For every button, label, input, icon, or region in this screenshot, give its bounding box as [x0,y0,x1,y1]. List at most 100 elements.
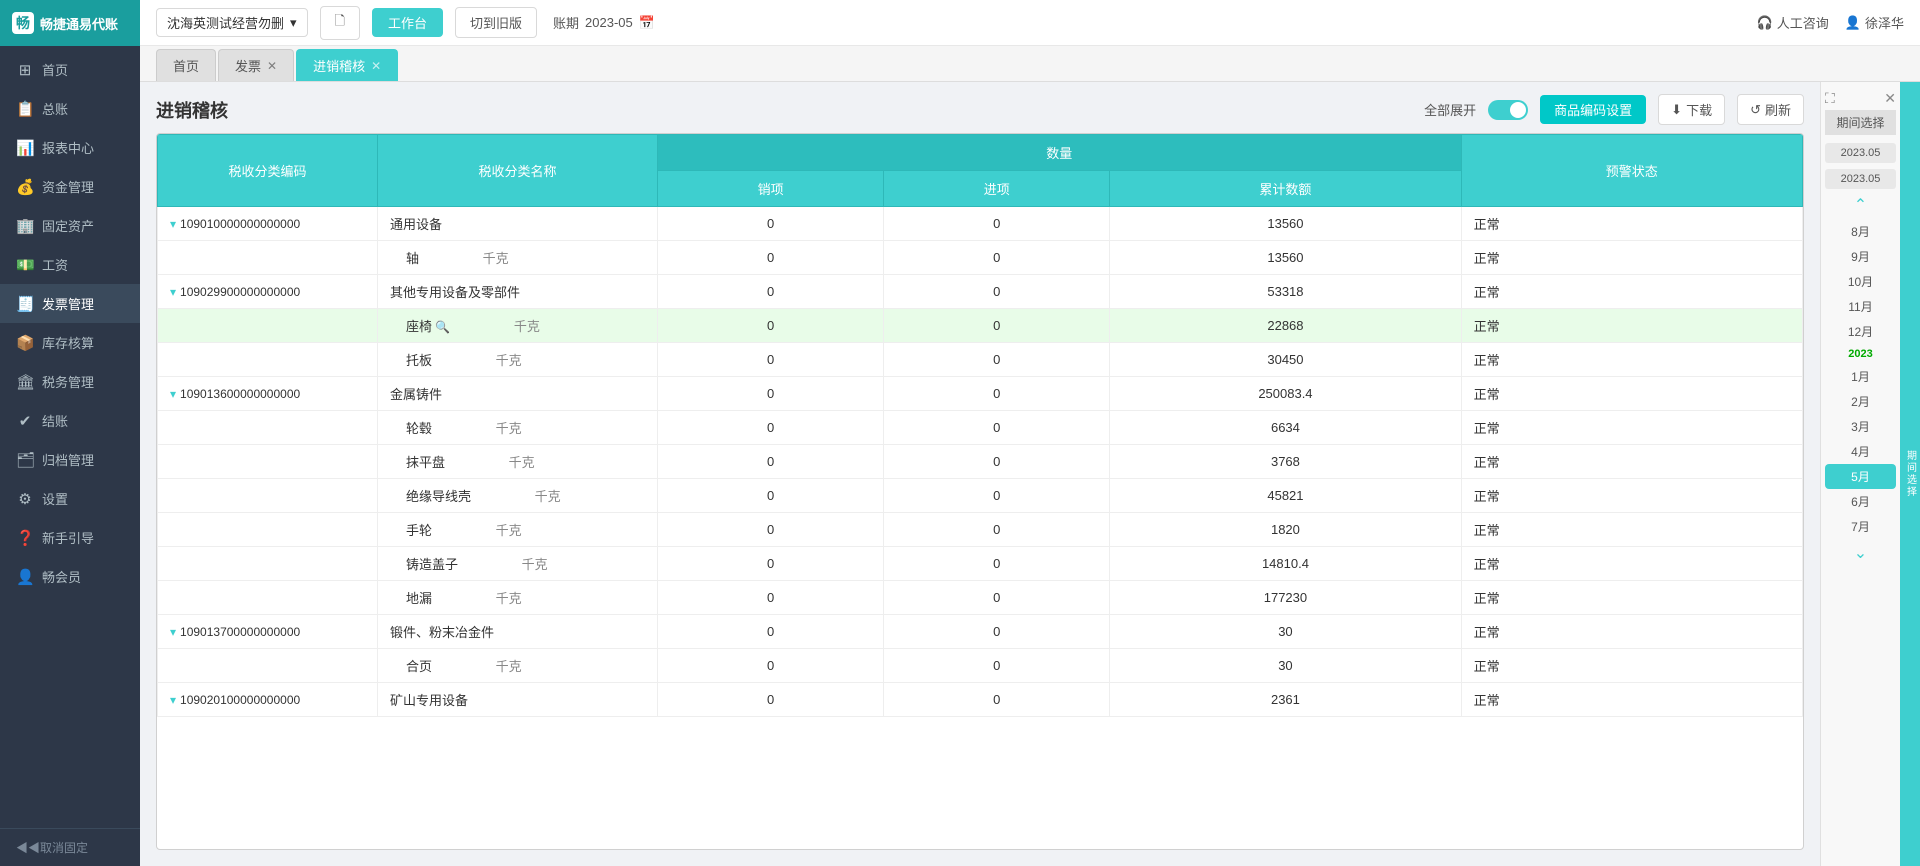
period-year-curr[interactable]: 2023.05 [1825,169,1896,189]
assets-icon: 🏢 [16,217,34,235]
sidebar-label-invoices: 发票管理 [42,294,94,313]
save-draft-button[interactable]: 🗋 [320,6,360,40]
cell-code: ▾109013600000000000 [158,377,378,411]
sidebar-label-settings: 设置 [42,489,68,508]
tab-reconcile[interactable]: 进销稽核✕ [296,49,398,81]
month-item-11月[interactable]: 11月 [1825,294,1896,319]
month-item-9月[interactable]: 9月 [1825,244,1896,269]
table-row: 座椅 🔍 千克 0 0 22868 正常 [158,309,1803,343]
sidebar-item-ledger[interactable]: 📋总账 [0,89,140,128]
cell-total: 45821 [1110,479,1461,513]
sidebar-item-member[interactable]: 👤畅会员 [0,557,140,596]
cell-total: 250083.4 [1110,377,1461,411]
panel-up-arrow[interactable]: ⌃ [1825,193,1896,217]
cell-status: 正常 [1461,445,1802,479]
expand-icon[interactable]: ▾ [170,285,176,299]
expand-icon[interactable]: ▾ [170,625,176,639]
month-item-4月[interactable]: 4月 [1825,439,1896,464]
sidebar-item-settlement[interactable]: ✔结账 [0,401,140,440]
month-item-1月[interactable]: 1月 [1825,364,1896,389]
cell-code [158,479,378,513]
month-item-12月[interactable]: 12月 [1825,319,1896,344]
sidebar-nav: ⊞首页📋总账📊报表中心💰资金管理🏢固定资产💵工资🧾发票管理📦库存核算🏛税务管理✔… [0,46,140,828]
expand-icon[interactable]: ▾ [170,693,176,707]
switch-version-button[interactable]: 切到旧版 [455,7,537,38]
month-item-5月[interactable]: 5月 [1825,464,1896,489]
sidebar-item-funds[interactable]: 💰资金管理 [0,167,140,206]
month-item-3月[interactable]: 3月 [1825,414,1896,439]
table-row: 合页 千克 0 0 30 正常 [158,649,1803,683]
sidebar-item-settings[interactable]: ⚙设置 [0,479,140,518]
sidebar-item-inventory[interactable]: 📦库存核算 [0,323,140,362]
table-row: ▾109013600000000000 金属铸件 0 0 250083.4 正常 [158,377,1803,411]
tab-close-reconcile[interactable]: ✕ [371,59,381,73]
sidebar-item-reports[interactable]: 📊报表中心 [0,128,140,167]
tab-invoices[interactable]: 发票✕ [218,49,294,81]
period-year-prev[interactable]: 2023.05 [1825,143,1896,163]
col-header-sales: 销项 [658,171,884,207]
cell-purchase: 0 [884,683,1110,717]
salary-icon: 💵 [16,256,34,274]
month-item-8月[interactable]: 8月 [1825,219,1896,244]
expand-icon[interactable]: ▾ [170,387,176,401]
period-display: 账期 2023-05 📅 [553,13,655,32]
panel-expand-button[interactable]: ⛶ [1825,90,1835,107]
expand-toggle[interactable] [1488,100,1528,120]
sidebar-item-archive[interactable]: 🗂归档管理 [0,440,140,479]
calendar-icon[interactable]: 📅 [639,15,655,31]
sidebar-item-tax[interactable]: 🏛税务管理 [0,362,140,401]
cell-total: 22868 [1110,309,1461,343]
support-button[interactable]: 🎧 人工咨询 [1757,13,1829,32]
table-row: 地漏 千克 0 0 177230 正常 [158,581,1803,615]
panel-close-button[interactable]: ✕ [1884,90,1896,107]
month-item-10月[interactable]: 10月 [1825,269,1896,294]
table-row: 铸造盖子 千克 0 0 14810.4 正常 [158,547,1803,581]
table-row: ▾109010000000000000 通用设备 0 0 13560 正常 [158,207,1803,241]
cell-name: 其他专用设备及零部件 [378,275,658,309]
cell-sales: 0 [658,445,884,479]
cell-status: 正常 [1461,479,1802,513]
product-code-settings-button[interactable]: 商品编码设置 [1540,95,1646,124]
month-item-6月[interactable]: 6月 [1825,489,1896,514]
expand-icon[interactable]: ▾ [170,217,176,231]
refresh-button[interactable]: ↺ 刷新 [1737,94,1804,125]
year-label: 2023 [1825,344,1896,364]
cell-purchase: 0 [884,275,1110,309]
toggle-label: 全部展开 [1424,100,1476,119]
sidebar-label-tax: 税务管理 [42,372,94,391]
cell-purchase: 0 [884,615,1110,649]
reconcile-table: 税收分类编码 税收分类名称 数量 预警状态 销项 进项 累计数额 ▾109010 [157,134,1803,717]
workspace-button[interactable]: 工作台 [372,8,443,37]
company-selector[interactable]: 沈海英测试经营勿删 ▾ [156,8,308,37]
sidebar-item-guide[interactable]: ❓新手引导 [0,518,140,557]
cell-purchase: 0 [884,445,1110,479]
month-item-2月[interactable]: 2月 [1825,389,1896,414]
month-item-7月[interactable]: 7月 [1825,514,1896,539]
col-header-status: 预警状态 [1461,135,1802,207]
cell-total: 30 [1110,649,1461,683]
user-menu[interactable]: 👤 徐泽华 [1845,13,1904,32]
sidebar-item-salary[interactable]: 💵工资 [0,245,140,284]
page-header: 进销稽核 全部展开 商品编码设置 ⬇ 下载 ↺ 刷新 [140,82,1820,133]
sidebar-item-assets[interactable]: 🏢固定资产 [0,206,140,245]
cell-purchase: 0 [884,411,1110,445]
panel-down-arrow[interactable]: ⌄ [1825,541,1896,565]
tab-close-invoices[interactable]: ✕ [267,59,277,73]
cell-total: 30 [1110,615,1461,649]
cell-sales: 0 [658,241,884,275]
cell-total: 177230 [1110,581,1461,615]
pin-label: ◀◀取消固定 [16,839,88,856]
cell-status: 正常 [1461,411,1802,445]
sidebar-item-invoices[interactable]: 🧾发票管理 [0,284,140,323]
cell-purchase: 0 [884,547,1110,581]
cell-name: 托板 千克 [378,343,658,377]
outer-panel-toggle[interactable]: 期间选择 [1900,82,1920,866]
sidebar-footer-pin[interactable]: ◀◀取消固定 [0,828,140,866]
cell-name: 合页 千克 [378,649,658,683]
search-icon[interactable]: 🔍 [432,320,450,334]
sidebar-item-home[interactable]: ⊞首页 [0,50,140,89]
cell-purchase: 0 [884,649,1110,683]
tab-home[interactable]: 首页 [156,49,216,81]
table-header: 税收分类编码 税收分类名称 数量 预警状态 销项 进项 累计数额 [158,135,1803,207]
download-button[interactable]: ⬇ 下载 [1658,94,1725,125]
